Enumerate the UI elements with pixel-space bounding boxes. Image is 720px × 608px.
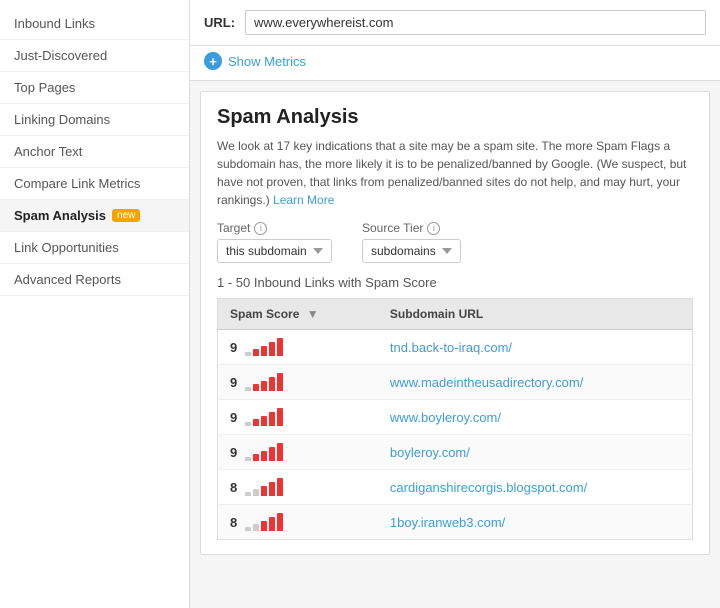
url-bar: URL:: [190, 0, 720, 46]
url-label: URL:: [204, 15, 235, 30]
target-filter-group: Target i this subdomain this domain all …: [217, 221, 332, 263]
target-select[interactable]: this subdomain this domain all subdomain…: [217, 239, 332, 263]
sidebar-item-label: Inbound Links: [14, 16, 95, 31]
spam-bar-chart: [245, 513, 283, 531]
target-label: Target i: [217, 221, 332, 235]
sidebar-item-linking-domains[interactable]: Linking Domains: [0, 104, 189, 136]
spam-score-cell: 9: [218, 400, 378, 435]
show-metrics-button[interactable]: Show Metrics: [228, 54, 306, 69]
score-value: 9: [230, 375, 237, 390]
spam-bar-chart: [245, 338, 283, 356]
url-input[interactable]: [245, 10, 706, 35]
table-row: 8 cardiganshirecorgis.blogspot.com/: [218, 470, 693, 505]
subdomain-url-link[interactable]: www.boyleroy.com/: [390, 410, 501, 425]
spam-score-cell: 9: [218, 330, 378, 365]
sidebar-item-spam-analysis[interactable]: Spam Analysis new: [0, 200, 189, 232]
sidebar-item-advanced-reports[interactable]: Advanced Reports: [0, 264, 189, 296]
subdomain-url-cell: boyleroy.com/: [378, 435, 693, 470]
subdomain-url-cell: tnd.back-to-iraq.com/: [378, 330, 693, 365]
target-info-icon: i: [254, 222, 267, 235]
sidebar-item-just-discovered[interactable]: Just-Discovered: [0, 40, 189, 72]
spam-bar-chart: [245, 443, 283, 461]
score-value: 8: [230, 480, 237, 495]
show-metrics-bar: + Show Metrics: [190, 46, 720, 81]
plus-icon: +: [204, 52, 222, 70]
source-tier-select[interactable]: subdomains domains pages: [362, 239, 461, 263]
spam-analysis-description: We look at 17 key indications that a sit…: [217, 137, 693, 209]
table-row: 9 boyleroy.com/: [218, 435, 693, 470]
subdomain-url-cell: www.boyleroy.com/: [378, 400, 693, 435]
range-text: 1 - 50 Inbound Links with Spam Score: [217, 275, 693, 290]
subdomain-url-link[interactable]: tnd.back-to-iraq.com/: [390, 340, 512, 355]
subdomain-url-cell: 1boy.iranweb3.com/: [378, 505, 693, 540]
subdomain-url-link[interactable]: 1boy.iranweb3.com/: [390, 515, 505, 530]
score-value: 8: [230, 515, 237, 530]
sidebar-item-label: Just-Discovered: [14, 48, 107, 63]
sidebar-item-label: Anchor Text: [14, 144, 82, 159]
table-row: 8 1boy.iranweb3.com/: [218, 505, 693, 540]
sidebar-item-label: Link Opportunities: [14, 240, 119, 255]
spam-table: Spam Score ▼ Subdomain URL 9 tnd.back-to-…: [217, 298, 693, 540]
subdomain-url-link[interactable]: www.madeintheusadirectory.com/: [390, 375, 583, 390]
subdomain-url-link[interactable]: cardiganshirecorgis.blogspot.com/: [390, 480, 587, 495]
table-row: 9 tnd.back-to-iraq.com/: [218, 330, 693, 365]
table-row: 9 www.madeintheusadirectory.com/: [218, 365, 693, 400]
score-value: 9: [230, 340, 237, 355]
spam-score-cell: 9: [218, 365, 378, 400]
sidebar-item-label: Linking Domains: [14, 112, 110, 127]
spam-score-cell: 8: [218, 505, 378, 540]
sidebar-item-label: Top Pages: [14, 80, 75, 95]
sidebar-item-label: Spam Analysis: [14, 208, 106, 223]
spam-score-cell: 8: [218, 470, 378, 505]
subdomain-url-cell: cardiganshirecorgis.blogspot.com/: [378, 470, 693, 505]
spam-bar-chart: [245, 373, 283, 391]
sidebar-item-label: Compare Link Metrics: [14, 176, 140, 191]
spam-score-cell: 9: [218, 435, 378, 470]
spam-bar-chart: [245, 478, 283, 496]
sort-icon: ▼: [307, 307, 319, 321]
sidebar-item-top-pages[interactable]: Top Pages: [0, 72, 189, 104]
score-value: 9: [230, 410, 237, 425]
score-value: 9: [230, 445, 237, 460]
subdomain-url-link[interactable]: boyleroy.com/: [390, 445, 470, 460]
sidebar-item-compare-link-metrics[interactable]: Compare Link Metrics: [0, 168, 189, 200]
main-content: URL: + Show Metrics Spam Analysis We loo…: [190, 0, 720, 608]
sidebar-item-anchor-text[interactable]: Anchor Text: [0, 136, 189, 168]
source-tier-label: Source Tier i: [362, 221, 461, 235]
col-spam-score[interactable]: Spam Score ▼: [218, 299, 378, 330]
sidebar-item-link-opportunities[interactable]: Link Opportunities: [0, 232, 189, 264]
spam-bar-chart: [245, 408, 283, 426]
sidebar-item-label: Advanced Reports: [14, 272, 121, 287]
sidebar: Inbound Links Just-Discovered Top Pages …: [0, 0, 190, 608]
table-row: 9 www.boyleroy.com/: [218, 400, 693, 435]
subdomain-url-cell: www.madeintheusadirectory.com/: [378, 365, 693, 400]
filter-row: Target i this subdomain this domain all …: [217, 221, 693, 263]
spam-analysis-section: Spam Analysis We look at 17 key indicati…: [200, 91, 710, 555]
learn-more-link[interactable]: Learn More: [273, 193, 334, 207]
source-tier-filter-group: Source Tier i subdomains domains pages: [362, 221, 461, 263]
col-subdomain-url: Subdomain URL: [378, 299, 693, 330]
spam-analysis-title: Spam Analysis: [217, 106, 693, 129]
source-tier-info-icon: i: [427, 222, 440, 235]
sidebar-item-inbound-links[interactable]: Inbound Links: [0, 8, 189, 40]
new-badge: new: [112, 209, 140, 222]
